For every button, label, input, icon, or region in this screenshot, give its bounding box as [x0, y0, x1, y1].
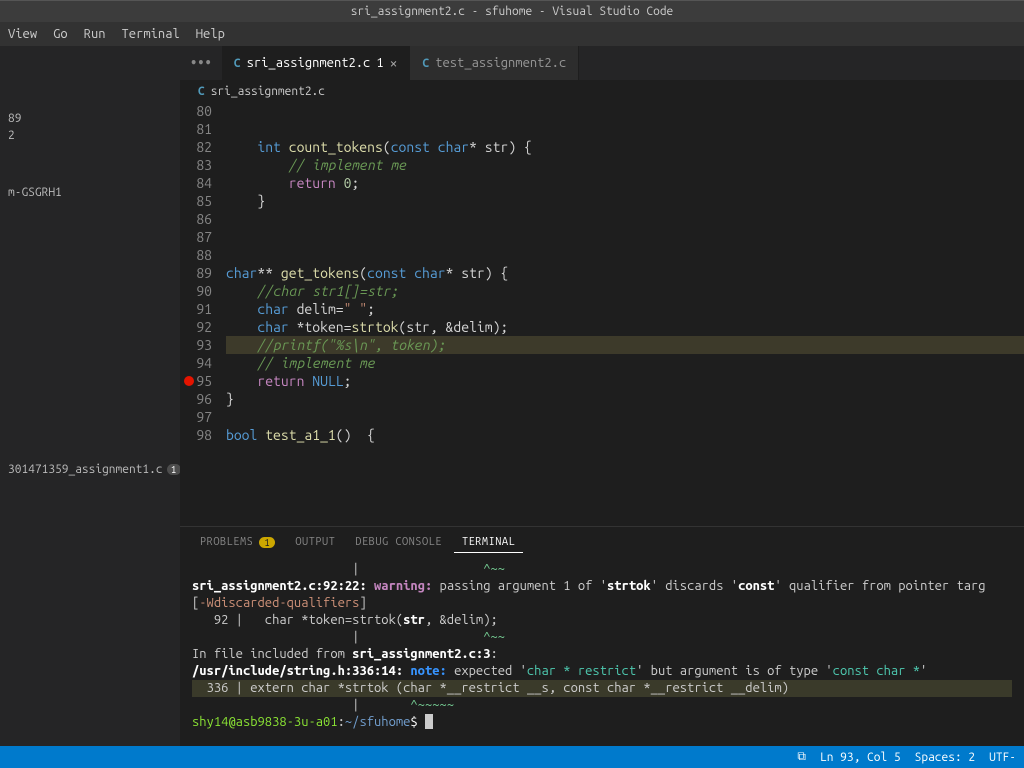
code-line-90[interactable]: //char str1[]=str; [226, 282, 1024, 300]
terminal-line-3: 92 | char *token=strtok(str, &delim); [192, 612, 1012, 629]
c-lang-icon: C [422, 57, 429, 70]
code-line-94[interactable]: // implement me [226, 354, 1024, 372]
sidebar-item-label: 89 [8, 112, 21, 125]
code-line-85[interactable]: } [226, 192, 1024, 210]
sidebar-item-2[interactable]: m-GSGRH1 [0, 184, 180, 201]
terminal-line-0: | ^~~ [192, 561, 1012, 578]
code-content[interactable]: int count_tokens(const char* str) { // i… [226, 102, 1024, 526]
terminal-line-9: shy14@asb9838-3u-a01:~/sfuhome$ [192, 714, 1012, 731]
panel-tab-bar: PROBLEMS 1 OUTPUT DEBUG CONSOLE TERMINAL [180, 527, 1024, 557]
menu-go[interactable]: Go [45, 27, 76, 41]
code-line-81[interactable] [226, 120, 1024, 138]
sidebar-item-label: 2 [8, 129, 15, 142]
line-number-gutter: 80818283848586878889909192939495969798 [180, 102, 226, 526]
code-line-86[interactable] [226, 210, 1024, 228]
editor-tab-bar: ••• Csri_assignment2.c 1 × Ctest_assignment… [180, 46, 1024, 80]
sidebar-item-1[interactable]: 2 [0, 127, 180, 144]
sidebar-item-0[interactable]: 89 [0, 110, 180, 127]
terminal-line-1: sri_assignment2.c:92:22: warning: passin… [192, 578, 1012, 595]
code-line-87[interactable] [226, 228, 1024, 246]
code-line-83[interactable]: // implement me [226, 156, 1024, 174]
panel-tab-problems[interactable]: PROBLEMS 1 [192, 532, 283, 552]
menu-help[interactable]: Help [188, 27, 233, 41]
window-title: sri_assignment2.c - sfuhome - Visual Stu… [0, 0, 1024, 22]
code-line-93[interactable]: //printf("%s\n", token); [226, 336, 1024, 354]
main-area: ••• Csri_assignment2.c 1 × Ctest_assignment… [180, 46, 1024, 746]
sidebar-item-3[interactable]: 301471359_assignment1.c 1 [0, 461, 180, 478]
code-line-92[interactable]: char *token=strtok(str, &delim); [226, 318, 1024, 336]
c-lang-icon: C [198, 85, 205, 98]
tab-label: sri_assignment2.c [247, 56, 371, 70]
app-body: 89 2 m-GSGRH1 301471359_assignment1.c 1 ••• … [0, 46, 1024, 746]
sidebar-badge: 1 [167, 464, 180, 475]
code-line-98[interactable]: bool test_a1_1() { [226, 426, 1024, 444]
terminal-line-6: /usr/include/string.h:336:14: note: expe… [192, 663, 1012, 680]
menu-view[interactable]: View [0, 27, 45, 41]
panel-tab-label: PROBLEMS [200, 536, 253, 548]
panel-tab-label: DEBUG CONSOLE [355, 536, 442, 548]
sidebar: 89 2 m-GSGRH1 301471359_assignment1.c 1 [0, 46, 180, 746]
sidebar-item-label: 301471359_assignment1.c [8, 463, 163, 476]
layout-icon[interactable]: ⧉ [797, 750, 806, 764]
sidebar-item-label: m-GSGRH1 [8, 186, 62, 199]
code-line-91[interactable]: char delim=" "; [226, 300, 1024, 318]
panel-tab-output[interactable]: OUTPUT [287, 532, 343, 552]
c-lang-icon: C [234, 57, 241, 70]
panel-tab-count: 1 [259, 537, 275, 548]
code-line-89[interactable]: char** get_tokens(const char* str) { [226, 264, 1024, 282]
code-line-82[interactable]: int count_tokens(const char* str) { [226, 138, 1024, 156]
terminal-line-7: 336 | extern char *strtok (char *__restr… [192, 680, 1012, 697]
bottom-panel: PROBLEMS 1 OUTPUT DEBUG CONSOLE TERMINAL | ^… [180, 526, 1024, 746]
code-line-88[interactable] [226, 246, 1024, 264]
close-icon[interactable]: × [390, 56, 398, 70]
tab-label: test_assignment2.c [435, 56, 566, 70]
editor-tab-1[interactable]: Ctest_assignment2.c [410, 46, 579, 80]
code-editor[interactable]: 80818283848586878889909192939495969798 i… [180, 102, 1024, 526]
status-bar: ⧉ Ln 93, Col 5 Spaces: 2 UTF- [0, 746, 1024, 768]
breadcrumb-label: sri_assignment2.c [211, 85, 325, 98]
code-line-96[interactable]: } [226, 390, 1024, 408]
panel-tab-terminal[interactable]: TERMINAL [454, 532, 523, 553]
menu-bar: ViewGoRunTerminalHelp [0, 22, 1024, 46]
menu-terminal[interactable]: Terminal [114, 27, 188, 41]
terminal-line-2: [-Wdiscarded-qualifiers] [192, 595, 1012, 612]
tab-modified-indicator: 1 [376, 56, 383, 70]
encoding[interactable]: UTF- [989, 751, 1016, 764]
panel-tab-debug-console[interactable]: DEBUG CONSOLE [347, 532, 450, 552]
breadcrumb[interactable]: C sri_assignment2.c [180, 80, 1024, 102]
code-line-97[interactable] [226, 408, 1024, 426]
terminal-line-8: | ^~~~~~ [192, 697, 1012, 714]
code-line-95[interactable]: return NULL; [226, 372, 1024, 390]
panel-tab-label: TERMINAL [462, 536, 515, 548]
tab-overflow-icon[interactable]: ••• [180, 56, 222, 70]
breakpoint-icon[interactable] [184, 376, 194, 386]
cursor-position[interactable]: Ln 93, Col 5 [820, 751, 901, 764]
app-window: sri_assignment2.c - sfuhome - Visual Stu… [0, 0, 1024, 768]
code-line-80[interactable] [226, 102, 1024, 120]
terminal-line-5: In file included from sri_assignment2.c:… [192, 646, 1012, 663]
code-line-84[interactable]: return 0; [226, 174, 1024, 192]
terminal-output[interactable]: | ^~~sri_assignment2.c:92:22: warning: p… [180, 557, 1024, 746]
indentation[interactable]: Spaces: 2 [915, 751, 975, 764]
terminal-line-4: | ^~~ [192, 629, 1012, 646]
panel-tab-label: OUTPUT [295, 536, 335, 548]
editor-tab-0[interactable]: Csri_assignment2.c 1 × [222, 46, 411, 80]
menu-run[interactable]: Run [76, 27, 114, 41]
